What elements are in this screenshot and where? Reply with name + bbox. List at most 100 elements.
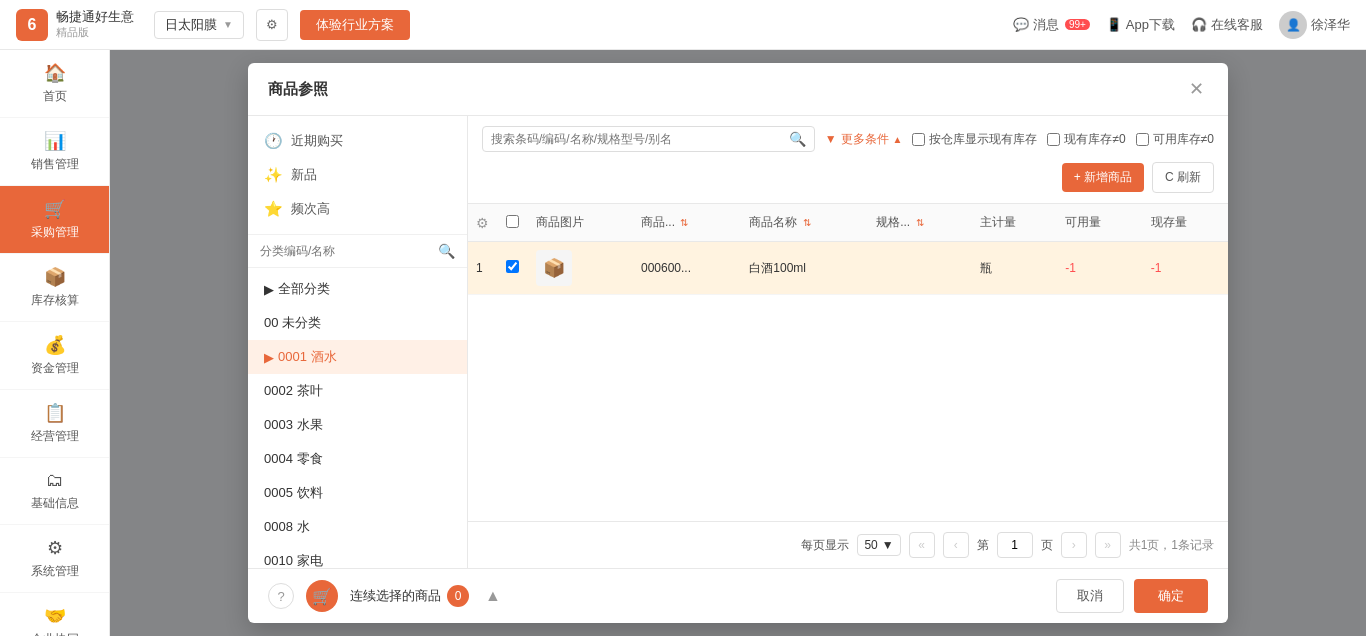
experience-button[interactable]: 体验行业方案 [300,10,410,40]
selected-label: 连续选择的商品 [350,587,441,605]
product-table-area: ⚙ 商品图片 [468,204,1228,521]
category-0002[interactable]: 0002 茶叶 [248,374,467,408]
existing-stock-label[interactable]: 现有库存≠0 [1047,131,1125,148]
category-search-icon[interactable]: 🔍 [438,243,455,259]
basic-icon: 🗂 [46,470,64,491]
cancel-button[interactable]: 取消 [1056,579,1124,613]
filter-arrow: ▲ [893,134,903,145]
cart-button[interactable]: 🛒 [306,580,338,612]
add-product-button[interactable]: + 新增商品 [1062,163,1144,192]
col-unit[interactable]: 主计量 [972,204,1057,242]
warehouse-filter-checkbox[interactable] [912,133,925,146]
sidebar-item-sales[interactable]: 📊 销售管理 [0,118,109,186]
app-download-button[interactable]: 📱 App下载 [1106,16,1175,34]
sidebar-label-system: 系统管理 [31,563,79,580]
user-menu[interactable]: 👤 徐泽华 [1279,11,1350,39]
per-page-arrow: ▼ [882,538,894,552]
prev-page-button[interactable]: ‹ [943,532,969,558]
page-label: 第 [977,537,989,554]
col-settings: ⚙ [468,204,498,242]
row-spec [868,242,972,295]
help-button[interactable]: ? [268,583,294,609]
page-unit: 页 [1041,537,1053,554]
product-search-box: 🔍 [482,126,815,152]
col-checkbox [498,204,528,242]
toolbar-right: + 新增商品 C 刷新 [1062,162,1214,193]
column-settings-icon[interactable]: ⚙ [476,215,489,231]
category-0008[interactable]: 0008 水 [248,510,467,544]
logo-area: 6 畅捷通好生意 精品版 [16,9,134,41]
toolbar: 🔍 ▼ 更多条件 ▲ 按仓库显示现有库存 [468,116,1228,204]
collapse-footer-button[interactable]: ▲ [485,587,501,605]
online-service-button[interactable]: 🎧 在线客服 [1191,16,1263,34]
avatar: 👤 [1279,11,1307,39]
nav-right: 💬 消息 99+ 📱 App下载 🎧 在线客服 👤 徐泽华 [1013,11,1350,39]
enterprise-icon: 🤝 [44,605,66,627]
category-0004[interactable]: 0004 零食 [248,442,467,476]
category-0001[interactable]: ▶ 0001 酒水 [248,340,467,374]
last-page-button[interactable]: » [1095,532,1121,558]
category-0005[interactable]: 0005 饮料 [248,476,467,510]
row-img: 📦 [528,242,633,295]
warehouse-filter-label[interactable]: 按仓库显示现有库存 [912,131,1037,148]
left-tab-new[interactable]: ✨ 新品 [248,158,467,192]
sidebar-item-system[interactable]: ⚙ 系统管理 [0,525,109,593]
col-spec[interactable]: 规格... ⇅ [868,204,972,242]
first-page-button[interactable]: « [909,532,935,558]
category-all[interactable]: ▶ 全部分类 [248,272,467,306]
select-all-checkbox[interactable] [506,215,519,228]
system-icon: ⚙ [47,537,63,559]
existing-stock-checkbox[interactable] [1047,133,1060,146]
product-search-input[interactable] [491,132,785,146]
messages-button[interactable]: 💬 消息 99+ [1013,16,1090,34]
per-page-select[interactable]: 50 ▼ [857,534,900,556]
available-stock-label[interactable]: 可用库存≠0 [1136,131,1214,148]
page-number-input[interactable] [997,532,1033,558]
sidebar-item-home[interactable]: 🏠 首页 [0,50,109,118]
col-stock: 现存量 [1143,204,1228,242]
sidebar-item-inventory[interactable]: 📦 库存核算 [0,254,109,322]
sidebar-label-purchase: 采购管理 [31,224,79,241]
category-0002-label: 0002 茶叶 [264,382,323,400]
modal-close-button[interactable]: ✕ [1184,77,1208,101]
nav-selector[interactable]: 日太阳膜 ▼ [154,11,244,39]
product-image: 📦 [536,250,572,286]
available-stock-checkbox[interactable] [1136,133,1149,146]
sidebar-label-sales: 销售管理 [31,156,79,173]
sidebar-item-purchase[interactable]: 🛒 采购管理 [0,186,109,254]
refresh-button[interactable]: C 刷新 [1152,162,1214,193]
category-00[interactable]: 00 未分类 [248,306,467,340]
confirm-button[interactable]: 确定 [1134,579,1208,613]
sidebar: 🏠 首页 📊 销售管理 🛒 采购管理 📦 库存核算 💰 资金管理 📋 经营管理 … [0,50,110,636]
purchase-icon: 🛒 [44,198,66,220]
category-search-input[interactable] [260,244,432,258]
category-0010[interactable]: 0010 家电 [248,544,467,568]
row-name: 白酒100ml [741,242,868,295]
category-0010-label: 0010 家电 [264,552,323,568]
col-img: 商品图片 [528,204,633,242]
sidebar-item-basic[interactable]: 🗂 基础信息 [0,458,109,525]
next-page-button[interactable]: › [1061,532,1087,558]
row-select-checkbox[interactable] [506,260,519,273]
category-0003[interactable]: 0003 水果 [248,408,467,442]
footer-right: 取消 确定 [1056,579,1208,613]
inventory-icon: 📦 [44,266,66,288]
content-area: 商品参照 ✕ 🕐 近期购买 ✨ [110,50,1366,636]
left-tab-frequent[interactable]: ⭐ 频次高 [248,192,467,226]
row-unit: 瓶 [972,242,1057,295]
sidebar-item-finance[interactable]: 💰 资金管理 [0,322,109,390]
product-search-icon[interactable]: 🔍 [789,131,806,147]
settings-button[interactable]: ⚙ [256,9,288,41]
table-row[interactable]: 1 📦 000600... 白酒100ml [468,242,1228,295]
pagination: 每页显示 50 ▼ « ‹ 第 页 › » 共1页 [468,521,1228,568]
sidebar-item-operation[interactable]: 📋 经营管理 [0,390,109,458]
sidebar-item-enterprise[interactable]: 🤝 企业协同 [0,593,109,636]
row-index: 1 [468,242,498,295]
col-name[interactable]: 商品名称 ⇅ [741,204,868,242]
col-code[interactable]: 商品... ⇅ [633,204,741,242]
row-stock: -1 [1143,242,1228,295]
more-filter-button[interactable]: ▼ 更多条件 ▲ [825,131,903,148]
modal-header: 商品参照 ✕ [248,63,1228,116]
left-tab-recent[interactable]: 🕐 近期购买 [248,124,467,158]
total-info: 共1页，1条记录 [1129,537,1214,554]
